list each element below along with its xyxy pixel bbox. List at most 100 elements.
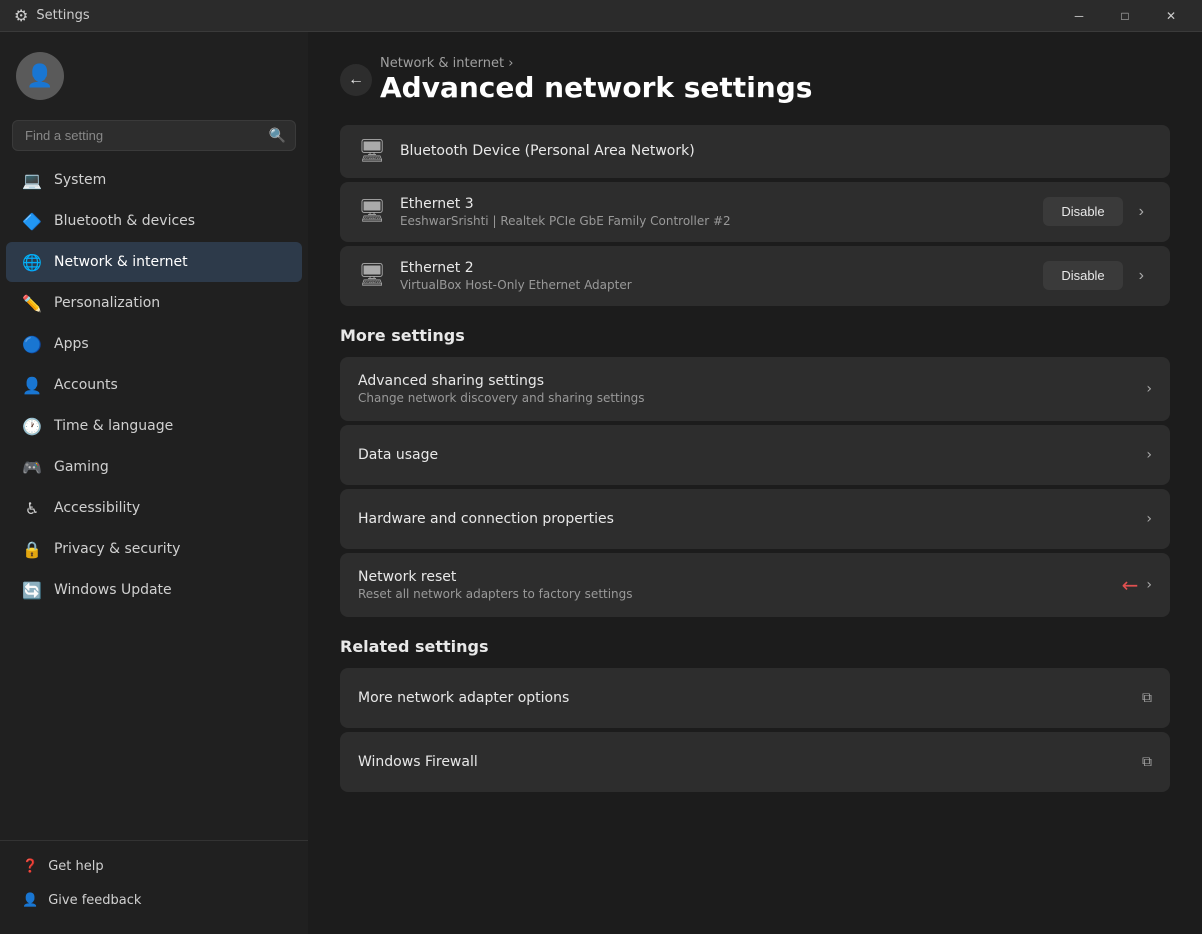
chevron-right-icon-0: › <box>1146 381 1152 397</box>
device-item-1: 🖥 Ethernet 3 EeshwarSrishti | Realtek PC… <box>340 182 1170 242</box>
device-info-1: Ethernet 3 EeshwarSrishti | Realtek PCIe… <box>400 196 1029 228</box>
nav-label-privacy: Privacy & security <box>54 541 180 557</box>
back-button[interactable]: ← <box>340 64 372 96</box>
device-info-2: Ethernet 2 VirtualBox Host-Only Ethernet… <box>400 260 1029 292</box>
device-icon-1: 🖥 <box>358 199 386 224</box>
device-icon-2: 🖥 <box>358 263 386 288</box>
nav-icon-accessibility: ♿ <box>22 498 42 518</box>
row-sub-0: Change network discovery and sharing set… <box>358 391 645 405</box>
titlebar-controls: ─ □ ✕ <box>1056 0 1194 32</box>
nav-label-bluetooth: Bluetooth & devices <box>54 213 195 229</box>
external-link-icon-1: ⧉ <box>1142 754 1152 770</box>
related-settings-row-1[interactable]: Windows Firewall ⧉ <box>340 732 1170 792</box>
sidebar-item-privacy[interactable]: 🔒 Privacy & security <box>6 529 302 569</box>
bottom-link-get-help[interactable]: ❓ Get help <box>6 850 302 883</box>
main-content: ← Network & internet › Advanced network … <box>308 32 1202 934</box>
expand-button-1[interactable]: › <box>1131 199 1152 225</box>
sidebar-item-windows-update[interactable]: 🔄 Windows Update <box>6 570 302 610</box>
bottom-link-give-feedback[interactable]: 👤 Give feedback <box>6 884 302 917</box>
external-link-icon-0: ⧉ <box>1142 690 1152 706</box>
expand-button-2[interactable]: › <box>1131 263 1152 289</box>
nav-icon-network: 🌐 <box>22 252 42 272</box>
bottom-icon-get-help: ❓ <box>22 859 38 874</box>
titlebar: ⚙ Settings ─ □ ✕ <box>0 0 1202 32</box>
sidebar: 👤 🔍 💻 System 🔷 Bluetooth & devices 🌐 Net… <box>0 32 308 934</box>
device-actions-1: Disable › <box>1043 197 1152 226</box>
nav-icon-windows-update: 🔄 <box>22 580 42 600</box>
device-name-2: Ethernet 2 <box>400 260 1029 276</box>
related-row-label-1: Windows Firewall <box>358 754 478 770</box>
nav-label-apps: Apps <box>54 336 89 352</box>
nav-icon-accounts: 👤 <box>22 375 42 395</box>
nav-label-system: System <box>54 172 106 188</box>
chevron-right-icon-3: › <box>1146 577 1152 593</box>
sidebar-item-system[interactable]: 💻 System <box>6 160 302 200</box>
more-settings-heading: More settings <box>340 326 1170 345</box>
sidebar-item-accessibility[interactable]: ♿ Accessibility <box>6 488 302 528</box>
device-info-0: Bluetooth Device (Personal Area Network) <box>400 143 1152 159</box>
header-text: Network & internet › Advanced network se… <box>380 56 812 105</box>
sidebar-item-network[interactable]: 🌐 Network & internet <box>6 242 302 282</box>
device-sub-1: EeshwarSrishti | Realtek PCIe GbE Family… <box>400 214 1029 228</box>
sidebar-item-accounts[interactable]: 👤 Accounts <box>6 365 302 405</box>
more-settings-row-0[interactable]: Advanced sharing settings Change network… <box>340 357 1170 421</box>
device-actions-2: Disable › <box>1043 261 1152 290</box>
close-button[interactable]: ✕ <box>1148 0 1194 32</box>
related-row-label-0: More network adapter options <box>358 690 569 706</box>
sidebar-item-gaming[interactable]: 🎮 Gaming <box>6 447 302 487</box>
device-name-1: Ethernet 3 <box>400 196 1029 212</box>
row-text-1: Data usage <box>358 447 438 463</box>
red-arrow-indicator: ← <box>1122 573 1139 597</box>
titlebar-left: ⚙ Settings <box>14 6 90 25</box>
related-settings-heading: Related settings <box>340 637 1170 656</box>
nav-label-personalization: Personalization <box>54 295 160 311</box>
row-text-0: Advanced sharing settings Change network… <box>358 373 645 405</box>
related-row-text-0: More network adapter options <box>358 690 569 706</box>
row-right-2: › <box>1146 511 1152 527</box>
minimize-button[interactable]: ─ <box>1056 0 1102 32</box>
row-label-2: Hardware and connection properties <box>358 511 614 527</box>
page-header: ← Network & internet › Advanced network … <box>340 56 1170 105</box>
more-settings-row-2[interactable]: Hardware and connection properties › <box>340 489 1170 549</box>
nav-icon-time: 🕐 <box>22 416 42 436</box>
nav-label-accounts: Accounts <box>54 377 118 393</box>
nav-icon-system: 💻 <box>22 170 42 190</box>
sidebar-item-apps[interactable]: 🔵 Apps <box>6 324 302 364</box>
disable-button-1[interactable]: Disable <box>1043 197 1122 226</box>
sidebar-item-bluetooth[interactable]: 🔷 Bluetooth & devices <box>6 201 302 241</box>
sidebar-item-personalization[interactable]: ✏️ Personalization <box>6 283 302 323</box>
nav-icon-apps: 🔵 <box>22 334 42 354</box>
device-sub-2: VirtualBox Host-Only Ethernet Adapter <box>400 278 1029 292</box>
related-row-right-0: ⧉ <box>1142 690 1152 706</box>
nav-label-time: Time & language <box>54 418 173 434</box>
bottom-label-give-feedback: Give feedback <box>48 893 141 908</box>
nav-label-windows-update: Windows Update <box>54 582 172 598</box>
search-input[interactable] <box>12 120 296 151</box>
nav-icon-personalization: ✏️ <box>22 293 42 313</box>
bottom-label-get-help: Get help <box>48 859 103 874</box>
related-row-right-1: ⧉ <box>1142 754 1152 770</box>
chevron-right-icon-2: › <box>1146 511 1152 527</box>
more-settings-row-1[interactable]: Data usage › <box>340 425 1170 485</box>
disable-button-2[interactable]: Disable <box>1043 261 1122 290</box>
sidebar-item-time[interactable]: 🕐 Time & language <box>6 406 302 446</box>
sidebar-bottom: ❓ Get help 👤 Give feedback <box>0 840 308 926</box>
nav-icon-gaming: 🎮 <box>22 457 42 477</box>
maximize-button[interactable]: □ <box>1102 0 1148 32</box>
sidebar-nav: 💻 System 🔷 Bluetooth & devices 🌐 Network… <box>0 159 308 840</box>
row-label-0: Advanced sharing settings <box>358 373 645 389</box>
related-row-text-1: Windows Firewall <box>358 754 478 770</box>
related-settings-list: More network adapter options ⧉ Windows F… <box>340 668 1170 792</box>
search-icon: 🔍 <box>269 128 286 144</box>
avatar: 👤 <box>16 52 64 100</box>
more-settings-row-3[interactable]: Network reset Reset all network adapters… <box>340 553 1170 617</box>
search-section: 🔍 <box>12 120 296 151</box>
nav-icon-privacy: 🔒 <box>22 539 42 559</box>
settings-icon: ⚙ <box>14 6 28 25</box>
related-settings-row-0[interactable]: More network adapter options ⧉ <box>340 668 1170 728</box>
row-label-1: Data usage <box>358 447 438 463</box>
bottom-icon-give-feedback: 👤 <box>22 893 38 908</box>
nav-label-network: Network & internet <box>54 254 188 270</box>
device-list: 🖥 Bluetooth Device (Personal Area Networ… <box>340 125 1170 306</box>
chevron-right-icon-1: › <box>1146 447 1152 463</box>
